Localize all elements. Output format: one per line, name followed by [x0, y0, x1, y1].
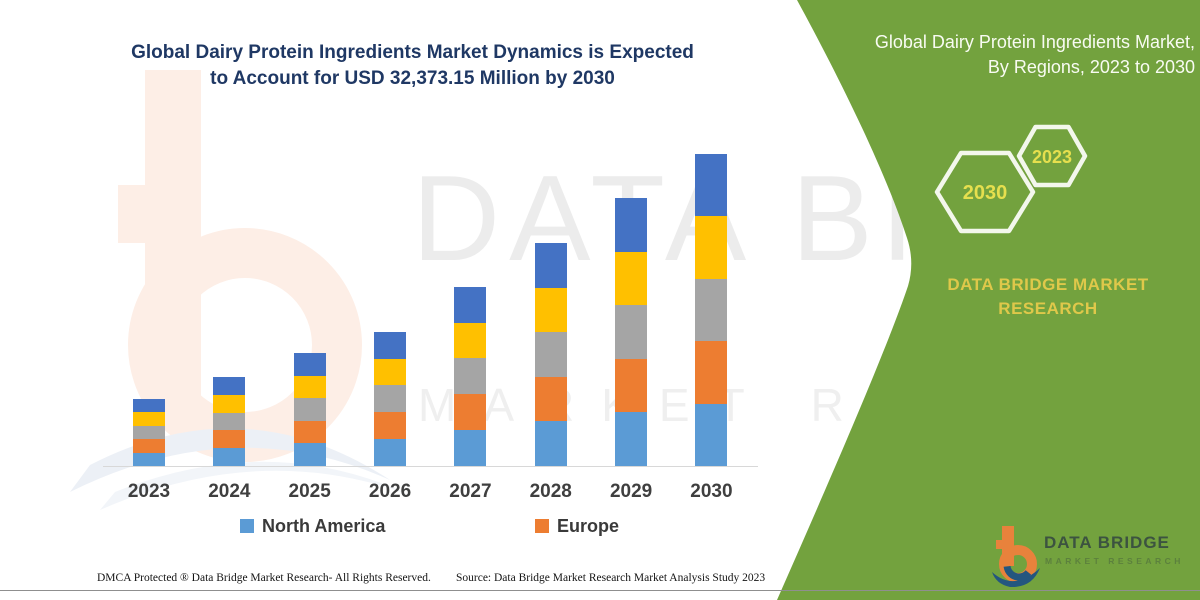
brand-text-line1: DATA BRIDGE MARKET [947, 275, 1148, 294]
side-panel-title-line1: Global Dairy Protein Ingredients Market, [875, 32, 1195, 52]
brand-text: DATA BRIDGE MARKET RESEARCH [918, 273, 1178, 321]
logo-subtitle: MARKET RESEARCH [1045, 556, 1184, 566]
databridge-logo-icon [988, 524, 1044, 590]
hexagon-2023: 2023 [1019, 127, 1085, 185]
hexagon-2030: 2030 [937, 153, 1033, 231]
logo-wordmark: DATA BRIDGE [1044, 533, 1170, 553]
bottom-border-line [0, 590, 1200, 591]
hexagon-2030-label: 2030 [963, 182, 1008, 204]
side-panel-title: Global Dairy Protein Ingredients Market,… [815, 30, 1195, 80]
brand-text-line2: RESEARCH [998, 299, 1097, 318]
side-panel-title-line2: By Regions, 2023 to 2030 [988, 57, 1195, 77]
hexagon-2023-label: 2023 [1032, 147, 1072, 167]
infographic-canvas: DATA BRIDGE MARKET RESEARCH Global Dairy… [0, 0, 1200, 600]
hexagon-badges: 2030 2023 [900, 105, 1120, 255]
